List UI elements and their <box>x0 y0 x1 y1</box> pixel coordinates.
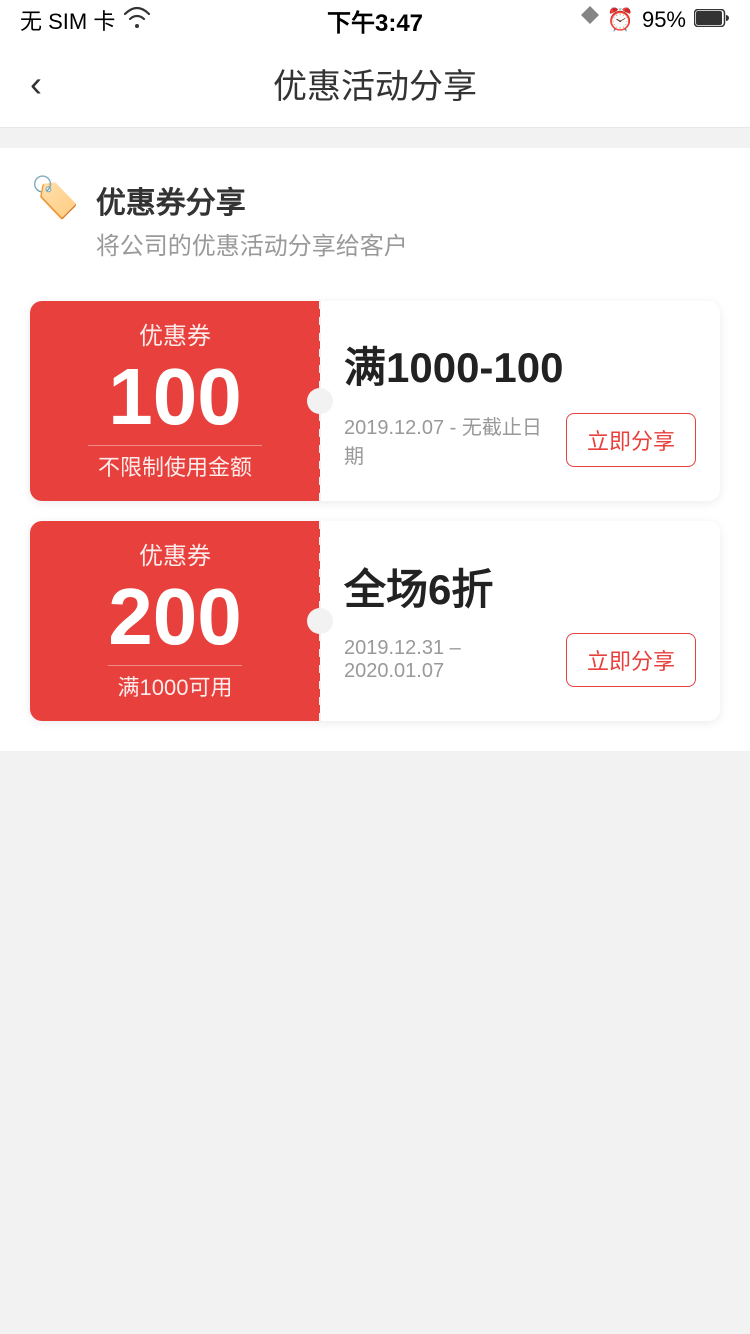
coupon-right-1: 满1000-100 2019.12.07 - 无截止日期 立即分享 <box>320 301 720 501</box>
status-bar: 无 SIM 卡 下午3:47 ⏰ 95% <box>0 0 750 40</box>
coupon-card-1: 优惠券 100 不限制使用金额 满1000-100 2019.12.07 - 无… <box>30 301 720 501</box>
alarm-icon: ⏰ <box>607 7 634 33</box>
section-subtitle: 将公司的优惠活动分享给客户 <box>96 226 408 261</box>
section-title: 优惠券分享 <box>96 178 408 222</box>
coupon-right-2: 全场6折 2019.12.31 – 2020.01.07 立即分享 <box>320 521 720 721</box>
share-button-1[interactable]: 立即分享 <box>566 413 696 467</box>
battery-percent: 95% <box>642 7 686 33</box>
coupon-date-2: 2019.12.31 – 2020.01.07 <box>344 637 556 683</box>
coupon-name-1: 满1000-100 <box>344 334 696 395</box>
coupon-card-wrapper-2: 优惠券 200 满1000可用 全场6折 2019.12.31 – 2020.0… <box>30 521 720 721</box>
back-button[interactable]: ‹ <box>30 66 42 102</box>
coupon-condition-1: 不限制使用金额 <box>88 445 262 486</box>
coupon-date-1: 2019.12.07 - 无截止日期 <box>344 411 556 469</box>
nav-bar: ‹ 优惠活动分享 <box>0 40 750 128</box>
bottom-area <box>0 751 750 1281</box>
coupon-label-2: 优惠券 <box>139 536 211 571</box>
coupon-condition-2: 满1000可用 <box>108 665 243 706</box>
coupon-amount-2: 200 <box>108 577 241 657</box>
coupon-label-1: 优惠券 <box>139 316 211 351</box>
nav-title: 优惠活动分享 <box>273 59 477 108</box>
coupon-meta-1: 2019.12.07 - 无截止日期 立即分享 <box>344 411 696 469</box>
status-right: ⏰ 95% <box>581 6 730 34</box>
coupon-card-wrapper-1: 优惠券 100 不限制使用金额 满1000-100 2019.12.07 - 无… <box>30 301 720 501</box>
status-left: 无 SIM 卡 <box>20 4 151 36</box>
coupon-left-2: 优惠券 200 满1000可用 <box>30 521 320 721</box>
coupon-card-2: 优惠券 200 满1000可用 全场6折 2019.12.31 – 2020.0… <box>30 521 720 721</box>
share-button-2[interactable]: 立即分享 <box>566 633 696 687</box>
coupon-meta-2: 2019.12.31 – 2020.01.07 立即分享 <box>344 633 696 687</box>
coupon-name-2: 全场6折 <box>344 556 696 617</box>
coupon-amount-1: 100 <box>108 357 241 437</box>
battery-icon <box>694 7 730 33</box>
coupon-list: 优惠券 100 不限制使用金额 满1000-100 2019.12.07 - 无… <box>0 281 750 751</box>
wifi-icon <box>123 6 151 34</box>
section-text-group: 优惠券分享 将公司的优惠活动分享给客户 <box>96 178 408 261</box>
location-icon <box>581 6 599 34</box>
status-time: 下午3:47 <box>327 3 423 38</box>
section-icon: 🏷️ <box>30 178 80 218</box>
carrier-text: 无 SIM 卡 <box>20 4 115 36</box>
coupon-left-1: 优惠券 100 不限制使用金额 <box>30 301 320 501</box>
section-header: 🏷️ 优惠券分享 将公司的优惠活动分享给客户 <box>0 148 750 281</box>
